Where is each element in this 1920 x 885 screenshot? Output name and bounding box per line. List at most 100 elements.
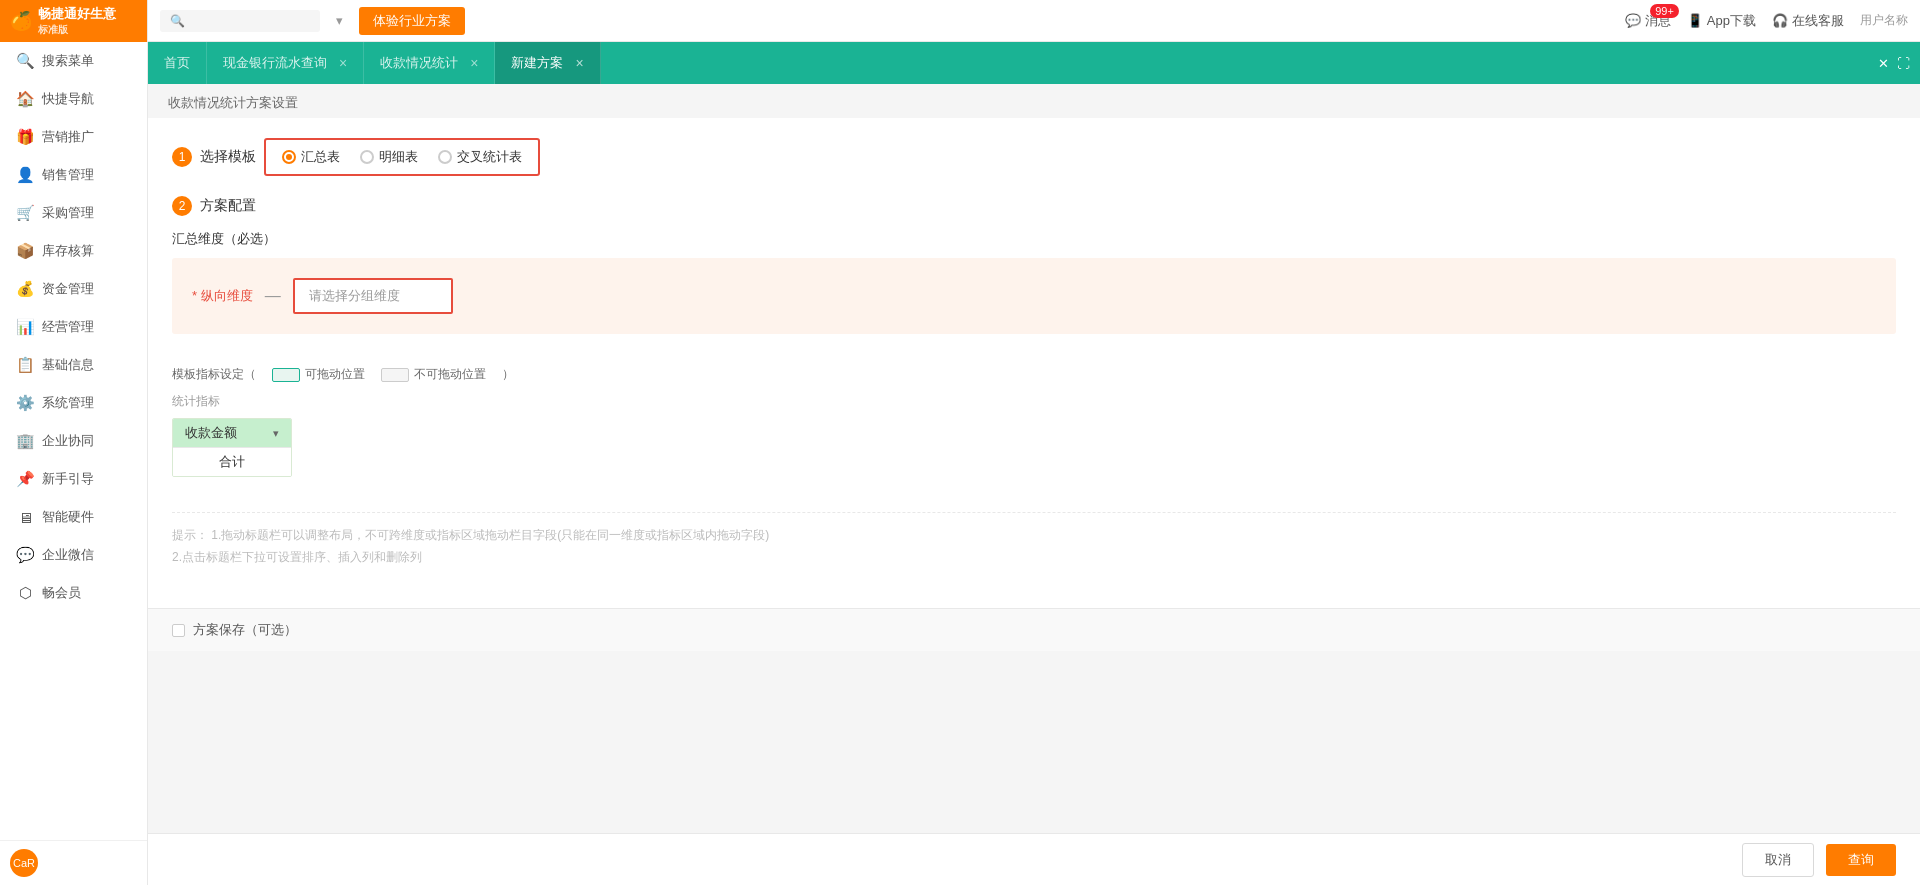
header-search[interactable]: 🔍 bbox=[160, 10, 320, 32]
sidebar-item-hardware[interactable]: 🖥 智能硬件 bbox=[0, 498, 147, 536]
chevron-down-icon: ▾ bbox=[273, 427, 279, 440]
tab-bank-flow-close[interactable]: × bbox=[339, 55, 347, 71]
indicator-table: 收款金额 ▾ 合计 bbox=[172, 418, 292, 477]
form-card: 1 选择模板 汇总表 明细表 交叉统计表 bbox=[148, 118, 1920, 608]
tab-receipt-stats[interactable]: 收款情况统计 × bbox=[364, 42, 495, 84]
radio-dot-crosstab bbox=[438, 150, 452, 164]
sidebar-item-guide[interactable]: 📌 新手引导 bbox=[0, 460, 147, 498]
indicator-header[interactable]: 收款金额 ▾ bbox=[173, 419, 291, 447]
radio-summary[interactable]: 汇总表 bbox=[282, 148, 340, 166]
sidebar-item-label: 采购管理 bbox=[42, 204, 94, 222]
sidebar-item-label: 畅会员 bbox=[42, 584, 81, 602]
save-label: 方案保存（可选） bbox=[193, 621, 297, 639]
search-icon: 🔍 bbox=[16, 52, 34, 70]
sidebar-item-wechat[interactable]: 💬 企业微信 bbox=[0, 536, 147, 574]
dimension-area: 纵向维度 — 请选择分组维度 bbox=[172, 258, 1896, 334]
chart-icon: 📊 bbox=[16, 318, 34, 336]
sidebar-item-label: 资金管理 bbox=[42, 280, 94, 298]
close-window-icon[interactable]: ✕ bbox=[1878, 56, 1889, 71]
member-icon: ⬡ bbox=[16, 584, 34, 602]
service-label: 在线客服 bbox=[1792, 12, 1844, 30]
main-area: 🔍 ▾ 体验行业方案 💬 消息 99+ 📱 App下载 🎧 在线客服 用户名称 … bbox=[148, 0, 1920, 885]
tab-new-plan[interactable]: 新建方案 × bbox=[495, 42, 600, 84]
column-header-text: 收款金额 bbox=[185, 424, 237, 442]
sidebar-item-finance[interactable]: 💰 资金管理 bbox=[0, 270, 147, 308]
sidebar-item-label: 基础信息 bbox=[42, 356, 94, 374]
sidebar-item-label: 智能硬件 bbox=[42, 508, 94, 526]
logo-badge: 标准版 bbox=[38, 23, 116, 37]
download-button[interactable]: 📱 App下载 bbox=[1687, 12, 1756, 30]
building-icon: 🏢 bbox=[16, 432, 34, 450]
footer-bar: 取消 查询 bbox=[148, 833, 1920, 885]
gift-icon: 🎁 bbox=[16, 128, 34, 146]
tab-home-label: 首页 bbox=[164, 54, 190, 72]
cart-icon: 🛒 bbox=[16, 204, 34, 222]
legend-suffix: ） bbox=[502, 366, 514, 383]
industry-solution-button[interactable]: 体验行业方案 bbox=[359, 7, 465, 35]
step1-section: 1 选择模板 汇总表 明细表 交叉统计表 bbox=[172, 138, 1896, 176]
cancel-button[interactable]: 取消 bbox=[1742, 843, 1814, 877]
indicators-legend: 模板指标设定（ 可拖动位置 不可拖动位置 ） bbox=[172, 366, 1896, 383]
avatar: CaR bbox=[10, 849, 38, 877]
home-icon: 🏠 bbox=[16, 90, 34, 108]
page-title: 收款情况统计方案设置 bbox=[148, 84, 1920, 118]
legend-prefix: 模板指标设定（ bbox=[172, 366, 256, 383]
gear-icon: ⚙️ bbox=[16, 394, 34, 412]
dimension-section-title: 汇总维度（必选） bbox=[172, 230, 1896, 248]
tab-receipt-stats-close[interactable]: × bbox=[470, 55, 478, 71]
radio-detail[interactable]: 明细表 bbox=[360, 148, 418, 166]
sidebar: 🍊 畅捷通好生意 标准版 🔍 搜索菜单 🏠 快捷导航 🎁 营销推广 👤 销售管理… bbox=[0, 0, 148, 885]
content-area: 收款情况统计方案设置 1 选择模板 汇总表 明细表 bbox=[148, 84, 1920, 833]
save-checkbox[interactable] bbox=[172, 624, 185, 637]
sidebar-bottom: CaR bbox=[0, 840, 147, 885]
sidebar-item-sales[interactable]: 👤 销售管理 bbox=[0, 156, 147, 194]
tab-bank-flow[interactable]: 现金银行流水查询 × bbox=[207, 42, 364, 84]
user-info: 用户名称 bbox=[1860, 12, 1908, 29]
message-button[interactable]: 💬 消息 99+ bbox=[1625, 12, 1671, 30]
step2-header: 2 方案配置 bbox=[172, 196, 1896, 216]
message-icon: 💬 bbox=[1625, 13, 1641, 28]
sidebar-item-inventory[interactable]: 📦 库存核算 bbox=[0, 232, 147, 270]
legend-fixed: 不可拖动位置 bbox=[381, 366, 486, 383]
maximize-icon[interactable]: ⛶ bbox=[1897, 56, 1910, 71]
chat-icon: 💬 bbox=[16, 546, 34, 564]
sidebar-item-operations[interactable]: 📊 经营管理 bbox=[0, 308, 147, 346]
logo-icon: 🍊 bbox=[10, 10, 32, 32]
radio-crosstab[interactable]: 交叉统计表 bbox=[438, 148, 522, 166]
sidebar-item-marketing[interactable]: 🎁 营销推广 bbox=[0, 118, 147, 156]
sidebar-item-label: 企业微信 bbox=[42, 546, 94, 564]
service-button[interactable]: 🎧 在线客服 bbox=[1772, 12, 1844, 30]
header-dropdown[interactable]: ▾ bbox=[332, 11, 347, 30]
template-radio-group: 汇总表 明细表 交叉统计表 bbox=[264, 138, 540, 176]
sidebar-item-system[interactable]: ⚙️ 系统管理 bbox=[0, 384, 147, 422]
download-icon: 📱 bbox=[1687, 13, 1703, 28]
tab-receipt-stats-label: 收款情况统计 bbox=[380, 54, 458, 72]
draggable-label: 可拖动位置 bbox=[305, 366, 365, 383]
sidebar-item-label: 经营管理 bbox=[42, 318, 94, 336]
sidebar-item-enterprise[interactable]: 🏢 企业协同 bbox=[0, 422, 147, 460]
radio-dot-detail bbox=[360, 150, 374, 164]
sidebar-item-purchase[interactable]: 🛒 采购管理 bbox=[0, 194, 147, 232]
indicators-section: 模板指标设定（ 可拖动位置 不可拖动位置 ） 统计指标 bbox=[172, 350, 1896, 496]
sidebar-item-quick-nav[interactable]: 🏠 快捷导航 bbox=[0, 80, 147, 118]
step2-section: 2 方案配置 汇总维度（必选） 纵向维度 — 请选择分组维度 bbox=[172, 196, 1896, 568]
save-option-section: 方案保存（可选） bbox=[148, 608, 1920, 651]
sidebar-item-label: 快捷导航 bbox=[42, 90, 94, 108]
fixed-label: 不可拖动位置 bbox=[414, 366, 486, 383]
draggable-box bbox=[272, 368, 300, 382]
sidebar-item-search-menu[interactable]: 🔍 搜索菜单 bbox=[0, 42, 147, 80]
user-icon: 👤 bbox=[16, 166, 34, 184]
sidebar-item-basic-info[interactable]: 📋 基础信息 bbox=[0, 346, 147, 384]
query-button[interactable]: 查询 bbox=[1826, 844, 1896, 876]
monitor-icon: 🖥 bbox=[16, 509, 34, 526]
stats-label: 统计指标 bbox=[172, 393, 1896, 410]
sidebar-item-label: 搜索菜单 bbox=[42, 52, 94, 70]
tab-new-plan-close[interactable]: × bbox=[575, 55, 583, 71]
download-label: App下载 bbox=[1707, 12, 1756, 30]
vertical-dimension-label: 纵向维度 bbox=[192, 287, 253, 305]
tab-home[interactable]: 首页 bbox=[148, 42, 207, 84]
sidebar-item-member[interactable]: ⬡ 畅会员 bbox=[0, 574, 147, 612]
dimension-selector[interactable]: 请选择分组维度 bbox=[293, 278, 453, 314]
sidebar-item-label: 系统管理 bbox=[42, 394, 94, 412]
step1-header: 1 选择模板 汇总表 明细表 交叉统计表 bbox=[172, 138, 1896, 176]
